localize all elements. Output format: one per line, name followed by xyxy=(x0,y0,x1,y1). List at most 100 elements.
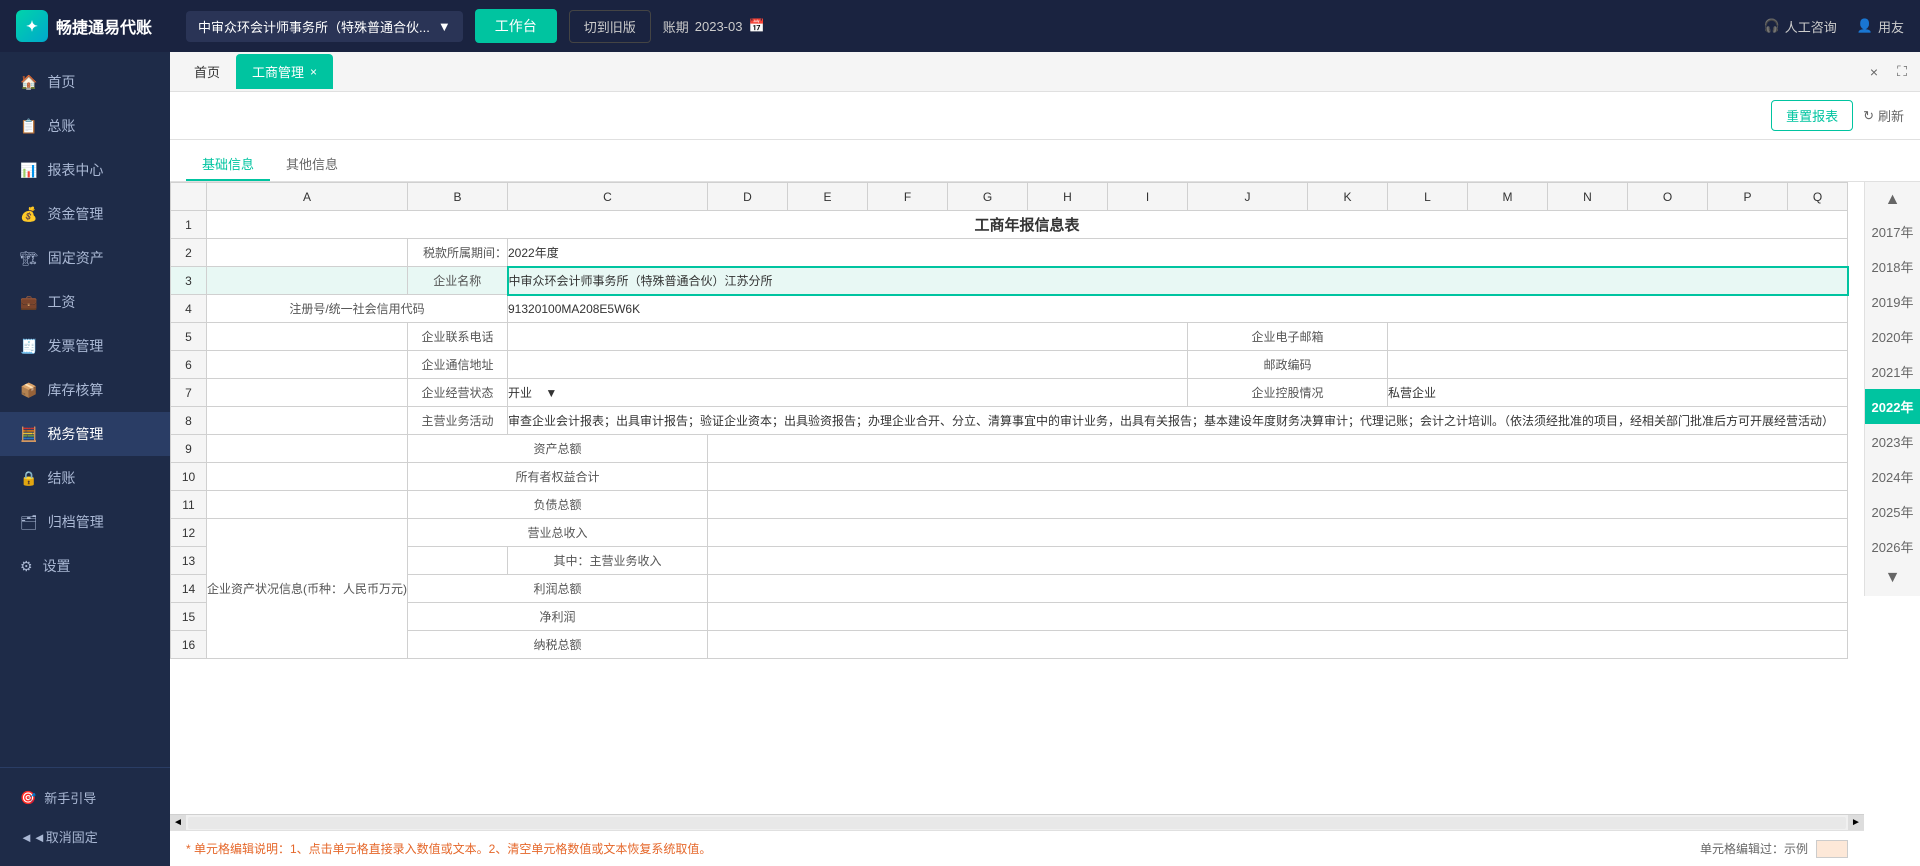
col-header-g[interactable]: G xyxy=(948,183,1028,211)
cell-8-c[interactable]: 审查企业会计报表；出具审计报告；验证企业资本；出具验资报告；办理企业合开、分立、… xyxy=(508,407,1848,435)
close-period-icon: 🔒 xyxy=(20,470,37,487)
sidebar-item-report[interactable]: 📊 报表中心 xyxy=(0,148,170,192)
col-header-d[interactable]: D xyxy=(708,183,788,211)
year-2024[interactable]: 2024年 xyxy=(1865,459,1920,494)
col-header-o[interactable]: O xyxy=(1628,183,1708,211)
ai-consult[interactable]: 🎧 人工咨询 xyxy=(1764,17,1837,36)
scroll-right-button[interactable]: ► xyxy=(1848,815,1864,831)
tab-active-label: 工商管理 xyxy=(252,62,304,81)
tab-home[interactable]: 首页 xyxy=(178,54,236,89)
cell-5-k[interactable] xyxy=(1388,323,1848,351)
cell-6-c[interactable] xyxy=(508,351,1188,379)
col-header-h[interactable]: H xyxy=(1028,183,1108,211)
col-header-c[interactable]: C xyxy=(508,183,708,211)
workbench-button[interactable]: 工作台 xyxy=(475,9,557,43)
horizontal-scrollbar[interactable]: ◄ ► xyxy=(170,814,1864,830)
year-2025[interactable]: 2025年 xyxy=(1865,494,1920,529)
sidebar-item-tax[interactable]: 🧮 税务管理 xyxy=(0,412,170,456)
sidebar-item-salary[interactable]: 💼 工资 xyxy=(0,280,170,324)
close-window-button[interactable]: × xyxy=(1864,62,1884,82)
sidebar-item-settings[interactable]: ⚙ 设置 xyxy=(0,544,170,588)
col-header-l[interactable]: L xyxy=(1388,183,1468,211)
year-2017[interactable]: 2017年 xyxy=(1865,214,1920,249)
cell-7-k[interactable]: 私营企业 xyxy=(1388,379,1848,407)
sub-tab-basic[interactable]: 基础信息 xyxy=(186,148,270,181)
cell-2-c[interactable]: 2022年度 xyxy=(508,239,1848,267)
sidebar-item-close[interactable]: 🔒 结账 xyxy=(0,456,170,500)
year-nav-up[interactable]: ▲ xyxy=(1865,186,1920,214)
maximize-window-button[interactable]: ⛶ xyxy=(1892,62,1912,82)
pin-toggle[interactable]: ◄◄取消固定 xyxy=(0,817,170,856)
col-header-p[interactable]: P xyxy=(1708,183,1788,211)
col-header-n[interactable]: N xyxy=(1548,183,1628,211)
col-header-i[interactable]: I xyxy=(1108,183,1188,211)
edited-label: 单元格编辑过：示例 xyxy=(1700,840,1808,857)
col-header-a[interactable]: A xyxy=(207,183,408,211)
calendar-icon[interactable]: 📅 xyxy=(748,18,764,34)
sidebar-label-home: 首页 xyxy=(47,72,75,92)
cell-16-d[interactable] xyxy=(708,631,1848,659)
col-header-b[interactable]: B xyxy=(408,183,508,211)
cell-5-c[interactable] xyxy=(508,323,1188,351)
year-2026[interactable]: 2026年 xyxy=(1865,529,1920,564)
cell-7-c[interactable]: 开业 ▼ xyxy=(508,379,1188,407)
col-header-j[interactable]: J xyxy=(1188,183,1308,211)
year-2018[interactable]: 2018年 xyxy=(1865,249,1920,284)
status-bar: * 单元格编辑说明：1、点击单元格直接录入数值或文本。2、清空单元格数值或文本恢… xyxy=(170,830,1864,866)
cell-6-k[interactable] xyxy=(1388,351,1848,379)
cell-11-d[interactable] xyxy=(708,491,1848,519)
sidebar-item-inventory[interactable]: 📦 库存核算 xyxy=(0,368,170,412)
cell-14-d[interactable] xyxy=(708,575,1848,603)
switch-version-button[interactable]: 切到旧版 xyxy=(569,10,651,43)
year-nav-down[interactable]: ▼ xyxy=(1865,564,1920,592)
scroll-left-button[interactable]: ◄ xyxy=(170,815,186,831)
col-header-e[interactable]: E xyxy=(788,183,868,211)
sidebar-item-asset[interactable]: 🏗 固定资产 xyxy=(0,236,170,280)
sidebar-item-ledger[interactable]: 📋 总账 xyxy=(0,104,170,148)
tax-icon: 🧮 xyxy=(20,426,37,443)
col-header-f[interactable]: F xyxy=(868,183,948,211)
sub-tab-other[interactable]: 其他信息 xyxy=(270,148,354,181)
col-header-q[interactable]: Q xyxy=(1788,183,1848,211)
sidebar-item-home[interactable]: 🏠 首页 xyxy=(0,60,170,104)
reset-report-button[interactable]: 重置报表 xyxy=(1771,100,1853,131)
cell-12-d[interactable] xyxy=(708,519,1848,547)
sidebar-item-invoice[interactable]: 🧾 发票管理 xyxy=(0,324,170,368)
cell-15-d[interactable] xyxy=(708,603,1848,631)
year-2020[interactable]: 2020年 xyxy=(1865,319,1920,354)
table-row: 4 注册号/统一社会信用代码 91320100MA208E5W6K xyxy=(171,295,1848,323)
sidebar-label-salary: 工资 xyxy=(47,292,75,312)
year-2022[interactable]: 2022年 xyxy=(1865,389,1920,424)
cell-4-c[interactable]: 91320100MA208E5W6K xyxy=(508,295,1848,323)
sidebar-item-archive[interactable]: 🗂 归档管理 xyxy=(0,500,170,544)
user-area[interactable]: 👤 用友 xyxy=(1857,17,1904,36)
col-header-m[interactable]: M xyxy=(1468,183,1548,211)
spreadsheet-container[interactable]: A B C D E F G H I J K L xyxy=(170,182,1864,814)
cell-5-b: 企业联系电话 xyxy=(408,323,508,351)
year-2023[interactable]: 2023年 xyxy=(1865,424,1920,459)
cell-10-d[interactable] xyxy=(708,463,1848,491)
year-2019[interactable]: 2019年 xyxy=(1865,284,1920,319)
cell-13-d[interactable] xyxy=(708,547,1848,575)
refresh-button[interactable]: ↻ 刷新 xyxy=(1863,106,1904,125)
sidebar-label-ledger: 总账 xyxy=(47,116,75,136)
cell-9-d[interactable] xyxy=(708,435,1848,463)
table-row: 1 工商年报信息表 xyxy=(171,211,1848,239)
cell-title[interactable]: 工商年报信息表 xyxy=(207,211,1848,239)
refresh-icon: ↻ xyxy=(1863,108,1874,124)
tab-active-gongshang[interactable]: 工商管理 × xyxy=(236,54,333,89)
tab-close-button[interactable]: × xyxy=(310,65,317,79)
scroll-track[interactable] xyxy=(188,817,1846,829)
col-header-k[interactable]: K xyxy=(1308,183,1388,211)
cell-16-bc: 纳税总额 xyxy=(408,631,708,659)
sidebar-item-finance[interactable]: 💰 资金管理 xyxy=(0,192,170,236)
year-2021[interactable]: 2021年 xyxy=(1865,354,1920,389)
ai-consult-label: 人工咨询 xyxy=(1785,17,1837,36)
new-guide[interactable]: 🎯 新手引导 xyxy=(0,778,170,817)
cell-3-c[interactable]: 中审众环会计师事务所（特殊普通合伙）江苏分所 xyxy=(508,267,1848,295)
company-selector[interactable]: 中审众环会计师事务所（特殊普通合伙... ▼ xyxy=(186,11,463,42)
new-guide-label: 新手引导 xyxy=(44,788,96,807)
cell-7-j: 企业控股情况 xyxy=(1188,379,1388,407)
logo-icon: ✦ xyxy=(16,10,48,42)
table-row: 9 资产总额 xyxy=(171,435,1848,463)
